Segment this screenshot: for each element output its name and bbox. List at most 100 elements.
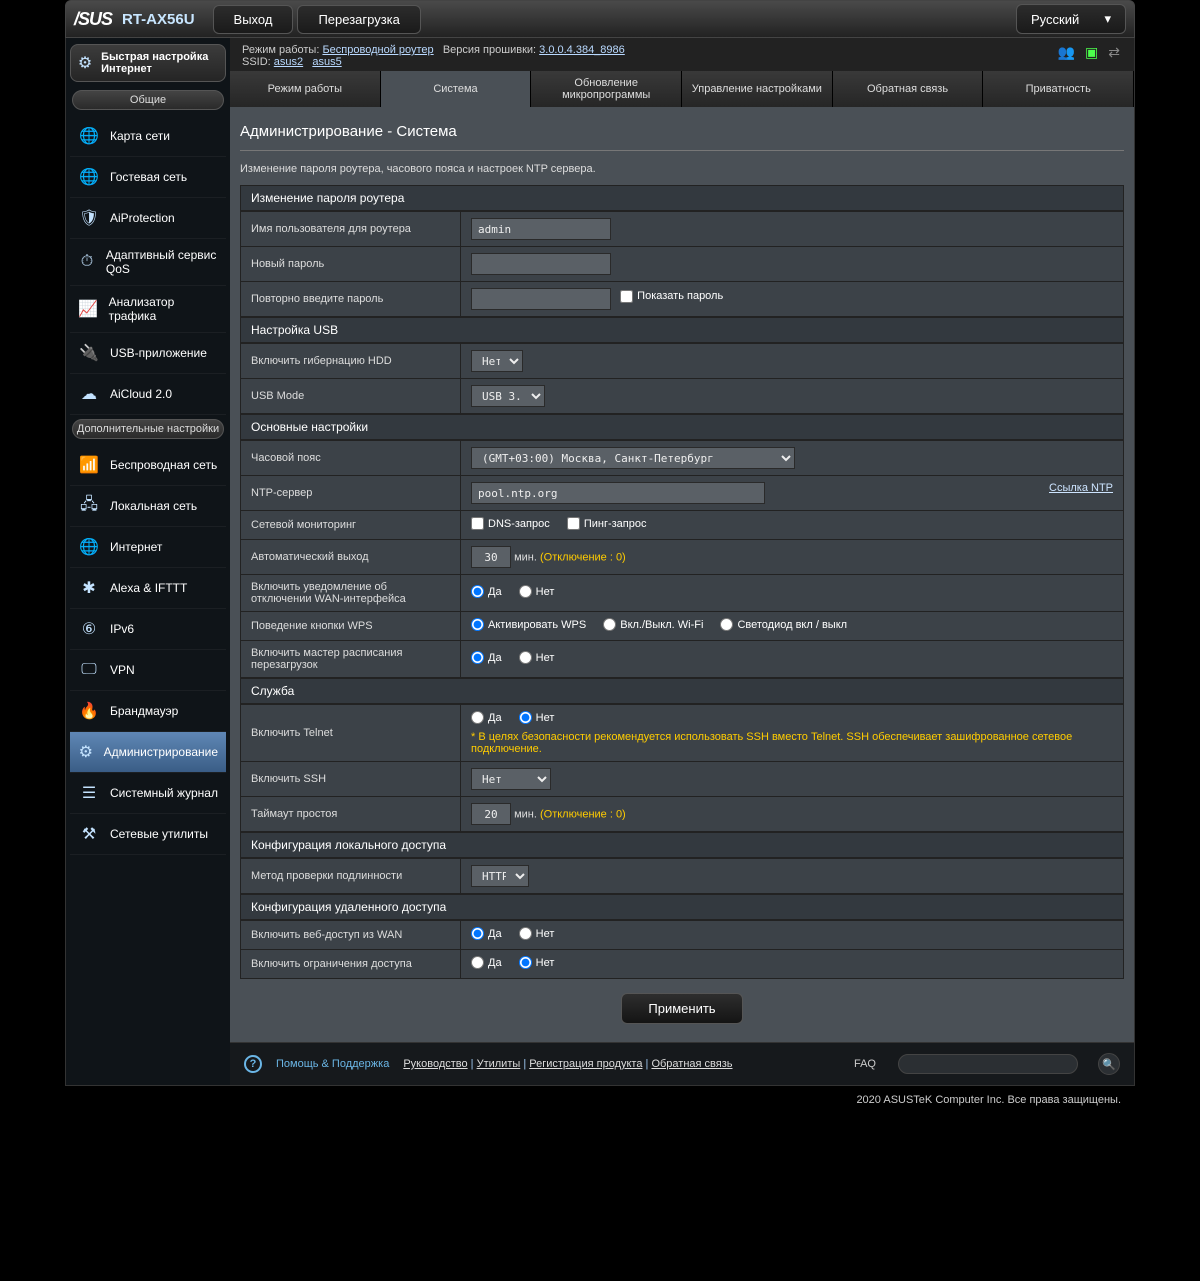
repw-input[interactable] — [471, 288, 611, 310]
sidebar-item-qos[interactable]: ⏱Адаптивный сервис QoS — [70, 239, 226, 286]
ssid1-link[interactable]: asus2 — [274, 56, 303, 68]
sched-no-radio[interactable] — [519, 651, 532, 664]
wanweb-no-radio[interactable] — [519, 927, 532, 940]
show-password-checkbox[interactable] — [620, 290, 633, 303]
telnet-yes-radio[interactable] — [471, 711, 484, 724]
sidebar-item-label: Локальная сеть — [110, 499, 197, 513]
reboot-button[interactable]: Перезагрузка — [297, 5, 420, 34]
sidebar-item-administration[interactable]: ⚙Администрирование — [70, 732, 226, 773]
search-button[interactable]: 🔍 — [1098, 1053, 1120, 1075]
tab-settings-mgmt[interactable]: Управление настройками — [682, 71, 833, 107]
help-icon[interactable]: ? — [244, 1055, 262, 1073]
sidebar-item-label: Карта сети — [110, 129, 170, 143]
row-wps-label: Поведение кнопки WPS — [241, 612, 461, 641]
usb-status-icon[interactable]: ⇄ — [1108, 44, 1120, 61]
multiuser-icon[interactable]: 👥 — [1058, 44, 1075, 61]
newpw-input[interactable] — [471, 253, 611, 275]
sidebar-item-ipv6[interactable]: ⑥IPv6 — [70, 609, 226, 650]
sidebar-item-lan[interactable]: 🖧Локальная сеть — [70, 486, 226, 527]
sidebar-item-net-tools[interactable]: ⚒Сетевые утилиты — [70, 814, 226, 855]
sidebar-head-advanced: Дополнительные настройки — [72, 419, 224, 439]
telnet-warning: * В целях безопасности рекомендуется исп… — [471, 731, 1113, 755]
cloud-icon: ☁ — [78, 383, 100, 405]
hib-select[interactable]: Нет — [471, 350, 523, 372]
opmode-link[interactable]: Беспроводной роутер — [322, 44, 433, 56]
sidebar-item-usb-app[interactable]: 🔌USB-приложение — [70, 333, 226, 374]
section-basic: Основные настройки — [240, 414, 1124, 440]
autologout-input[interactable] — [471, 546, 511, 568]
sidebar-item-label: IPv6 — [110, 622, 134, 636]
logout-button[interactable]: Выход — [213, 5, 294, 34]
sidebar-item-alexa-ifttt[interactable]: ✱Alexa & IFTTT — [70, 568, 226, 609]
sidebar-item-aiprotection[interactable]: 🛡AiProtection — [70, 198, 226, 239]
footer: ? Помощь & Поддержка Руководство | Утили… — [230, 1042, 1134, 1085]
chevron-down-icon: ▾ — [1104, 11, 1111, 27]
ntp-input[interactable] — [471, 482, 765, 504]
sidebar-item-traffic-analyzer[interactable]: 📈Анализатор трафика — [70, 286, 226, 333]
fw-link[interactable]: 3.0.0.4.384_8986 — [539, 44, 625, 56]
ping-label: Пинг-запрос — [584, 518, 647, 530]
sidebar-item-label: AiProtection — [110, 211, 175, 225]
wps1-label: Активировать WPS — [488, 619, 586, 631]
restrict-yes-radio[interactable] — [471, 956, 484, 969]
sidebar-item-network-map[interactable]: 🌐Карта сети — [70, 116, 226, 157]
help-label: Помощь & Поддержка — [276, 1058, 389, 1070]
sidebar-item-vpn[interactable]: 🖵VPN — [70, 650, 226, 691]
tab-firmware[interactable]: Обновление микропрограммы — [531, 71, 682, 107]
tabs: Режим работы Система Обновление микропро… — [230, 71, 1134, 107]
tab-feedback[interactable]: Обратная связь — [833, 71, 984, 107]
tz-select[interactable]: (GMT+03:00) Москва, Санкт-Петербург — [471, 447, 795, 469]
sidebar-item-aicloud[interactable]: ☁ AiCloud 2.0 — [70, 374, 226, 415]
telnet-no-radio[interactable] — [519, 711, 532, 724]
usbmode-select[interactable]: USB 3.0 — [471, 385, 545, 407]
idle-input[interactable] — [471, 803, 511, 825]
globe-icon: 🌐 — [78, 166, 100, 188]
ntp-link[interactable]: Ссылка NTP — [1049, 482, 1113, 494]
footer-link-utility[interactable]: Утилиты — [477, 1058, 521, 1070]
wps-activate-radio[interactable] — [471, 618, 484, 631]
wan-yes-radio[interactable] — [471, 585, 484, 598]
qis-button[interactable]: ⚙ Быстрая настройка Интернет — [70, 44, 226, 82]
wps-toggle-radio[interactable] — [603, 618, 616, 631]
sidebar-item-firewall[interactable]: 🔥Брандмауэр — [70, 691, 226, 732]
wps3-label: Светодиод вкл / выкл — [737, 619, 847, 631]
sidebar-item-label: AiCloud 2.0 — [110, 387, 172, 401]
sidebar-item-system-log[interactable]: ☰Системный журнал — [70, 773, 226, 814]
opmode-label: Режим работы: — [242, 44, 319, 56]
usb-icon: 🔌 — [78, 342, 100, 364]
language-select[interactable]: Русский ▾ — [1016, 4, 1126, 34]
username-input[interactable] — [471, 218, 611, 240]
sched-yes-radio[interactable] — [471, 651, 484, 664]
auth-select[interactable]: HTTP — [471, 865, 529, 887]
tab-privacy[interactable]: Приватность — [983, 71, 1134, 107]
copyright: 2020 ASUSTeK Computer Inc. Все права защ… — [65, 1086, 1135, 1114]
ssid-label: SSID: — [242, 56, 271, 68]
monitor-icon: 🖵 — [78, 659, 100, 681]
status-connected-icon[interactable]: ▣ — [1085, 44, 1098, 61]
row-telnet-label: Включить Telnet — [241, 705, 461, 762]
apply-button[interactable]: Применить — [621, 993, 742, 1024]
row-hib-label: Включить гибернацию HDD — [241, 344, 461, 379]
idle-hint: (Отключение : 0) — [540, 809, 626, 821]
sidebar-item-label: Сетевые утилиты — [110, 827, 208, 841]
wanweb-yes-radio[interactable] — [471, 927, 484, 940]
footer-link-register[interactable]: Регистрация продукта — [529, 1058, 642, 1070]
ping-checkbox[interactable] — [567, 517, 580, 530]
tab-system[interactable]: Система — [381, 71, 532, 107]
ssh-select[interactable]: Нет — [471, 768, 551, 790]
tab-opmode[interactable]: Режим работы — [230, 71, 381, 107]
sidebar-item-wan[interactable]: 🌐Интернет — [70, 527, 226, 568]
dns-checkbox[interactable] — [471, 517, 484, 530]
faq-search-input[interactable] — [898, 1054, 1078, 1074]
row-usbmode-label: USB Mode — [241, 379, 461, 414]
ssid2-link[interactable]: asus5 — [312, 56, 341, 68]
footer-link-manual[interactable]: Руководство — [403, 1058, 467, 1070]
page-desc: Изменение пароля роутера, часового пояса… — [240, 163, 1124, 175]
qis-label: Быстрая настройка Интернет — [101, 51, 219, 75]
wan-no-radio[interactable] — [519, 585, 532, 598]
sidebar-item-wireless[interactable]: 📶Беспроводная сеть — [70, 445, 226, 486]
sidebar-item-guest-network[interactable]: 🌐Гостевая сеть — [70, 157, 226, 198]
restrict-no-radio[interactable] — [519, 956, 532, 969]
wps-led-radio[interactable] — [720, 618, 733, 631]
footer-link-feedback[interactable]: Обратная связь — [651, 1058, 732, 1070]
